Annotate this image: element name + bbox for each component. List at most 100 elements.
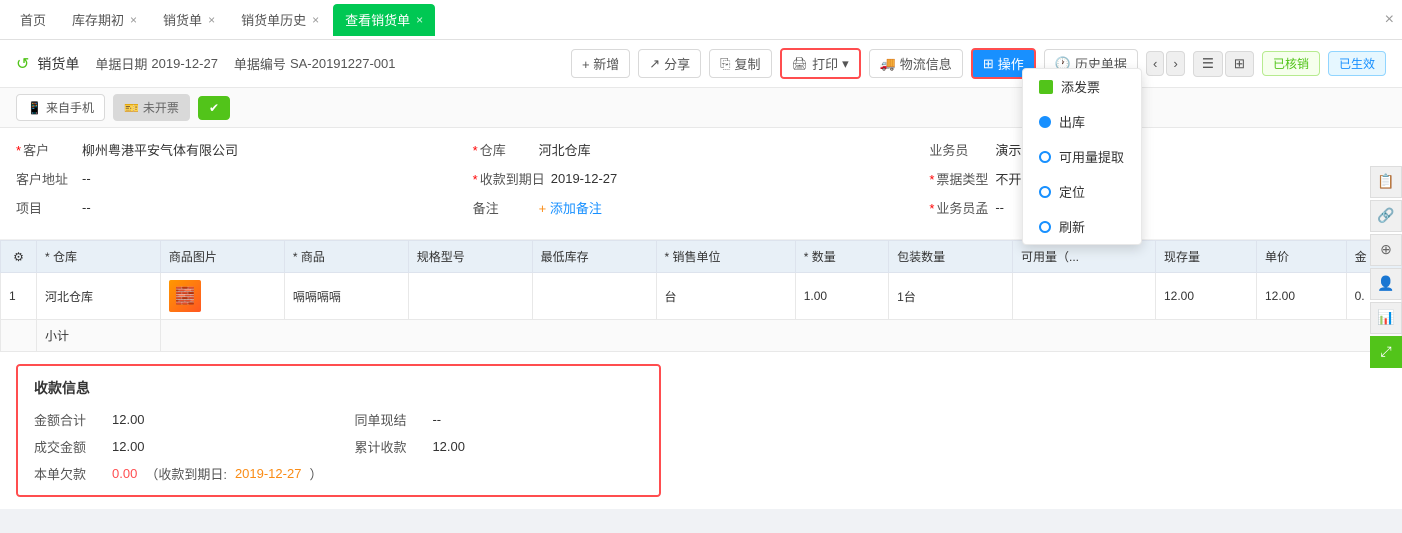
locate-label: 定位 <box>1059 182 1085 201</box>
side-btn-4[interactable]: 👤 <box>1370 268 1402 300</box>
customer-field: 客户 柳州粤港平安气体有限公司 <box>16 140 473 159</box>
menu-item-locate[interactable]: 定位 <box>1023 174 1141 209</box>
toolbar-row: 📱 来自手机 🎫 未开票 ✔ <box>0 88 1402 128</box>
logistics-button[interactable]: 🚚 物流信息 <box>869 49 963 78</box>
warehouse-value: 河北仓库 <box>539 140 591 159</box>
salesperson-label: 业务员 <box>929 140 989 159</box>
payment-grid: 金额合计 12.00 同单现结 -- 成交金额 12.00 累计收款 12.00… <box>34 410 643 483</box>
tab-view-sales[interactable]: 查看销货单 × <box>333 4 435 36</box>
row-num: 1 <box>1 273 37 320</box>
side-btn-5[interactable]: 📊 <box>1370 302 1402 334</box>
ticket-type-field: 票据类型 不开票 <box>929 169 1386 188</box>
customer-value: 柳州粤港平安气体有限公司 <box>82 140 238 159</box>
new-button[interactable]: + 新增 <box>571 49 630 78</box>
add-invoice-icon <box>1039 80 1053 94</box>
side-btn-1[interactable]: 📋 <box>1370 166 1402 198</box>
payment-info-box: 收款信息 金额合计 12.00 同单现结 -- 成交金额 12.00 累计收款 … <box>16 364 661 497</box>
total-value: 12.00 <box>112 412 145 427</box>
remark-label: 备注 <box>473 198 533 217</box>
overdue-value: 0.00 <box>112 466 137 481</box>
overdue-date: 2019-12-27 <box>235 466 302 481</box>
tab-bar-close-button[interactable]: × <box>1385 11 1394 29</box>
available-icon <box>1039 151 1051 163</box>
doc-number-value: SA-20191227-001 <box>290 56 396 71</box>
from-phone-button[interactable]: 📱 来自手机 <box>16 94 105 121</box>
form-row-3: 项目 -- 备注 + 添加备注 业务员孟 -- <box>16 198 1386 217</box>
tab-sales-close-icon[interactable]: × <box>208 13 215 27</box>
payment-info-title: 收款信息 <box>34 378 643 398</box>
menu-item-available[interactable]: 可用量提取 <box>1023 139 1141 174</box>
salesperson-field: 业务员 演示账号 <box>929 140 1386 159</box>
salesperson2-label: 业务员孟 <box>929 198 989 217</box>
warehouse-label: 仓库 <box>473 140 533 159</box>
share-button[interactable]: ↗ 分享 <box>638 49 701 78</box>
tab-sales-order-label: 销货单 <box>163 10 202 29</box>
form-row-2: 客户地址 -- 收款到期日 2019-12-27 票据类型 不开票 <box>16 169 1386 188</box>
menu-item-outbound[interactable]: 出库 <box>1023 104 1141 139</box>
bottom-section: 收款信息 金额合计 12.00 同单现结 -- 成交金额 12.00 累计收款 … <box>0 352 1402 509</box>
menu-item-refresh[interactable]: 刷新 <box>1023 209 1141 244</box>
row-product: 嗝嗝嗝嗝 <box>284 273 408 320</box>
copy-button[interactable]: ⎘ 复制 <box>709 49 771 78</box>
tab-history-close-icon[interactable]: × <box>312 13 319 27</box>
tab-sales-order[interactable]: 销货单 × <box>151 4 227 36</box>
form-area: 客户 柳州粤港平安气体有限公司 仓库 河北仓库 业务员 演示账号 客户地址 --… <box>0 128 1402 240</box>
project-value: -- <box>82 200 91 215</box>
col-warehouse: * 仓库 <box>37 241 161 273</box>
payment-item-total: 金额合计 12.00 <box>34 410 322 429</box>
deal-value: 12.00 <box>112 439 145 454</box>
col-available: 可用量（... <box>1013 241 1156 273</box>
ticket-icon: 🎫 <box>124 101 139 115</box>
row-sales-unit: 台 <box>656 273 795 320</box>
payment-date-value: 2019-12-27 <box>551 171 618 186</box>
row-quantity: 1.00 <box>795 273 888 320</box>
cash-value: -- <box>432 412 441 427</box>
salesperson2-field: 业务员孟 -- <box>929 198 1386 217</box>
add-remark-button[interactable]: + 添加备注 <box>539 198 602 217</box>
phone-icon: 📱 <box>27 101 42 115</box>
tab-bar: 首页 库存期初 × 销货单 × 销货单历史 × 查看销货单 × × <box>0 0 1402 40</box>
address-field: 客户地址 -- <box>16 169 473 188</box>
overdue-close: ） <box>309 464 322 483</box>
row-stock: 12.00 <box>1155 273 1256 320</box>
tab-sales-history[interactable]: 销货单历史 × <box>229 4 331 36</box>
menu-item-add-invoice[interactable]: 添发票 <box>1023 69 1141 104</box>
side-btn-2[interactable]: 🔗 <box>1370 200 1402 232</box>
table-row: 1 河北仓库 🧱 嗝嗝嗝嗝 台 1.00 1台 12.00 12.00 0. <box>1 273 1402 320</box>
project-label: 项目 <box>16 198 76 217</box>
list-view-button[interactable]: ☰ <box>1193 51 1223 77</box>
tab-inventory-init[interactable]: 库存期初 × <box>60 4 149 36</box>
subtotal-label-text: 小计 <box>37 320 161 352</box>
cash-label: 同单现结 <box>354 410 424 429</box>
prev-button[interactable]: ‹ <box>1146 51 1164 76</box>
salesperson2-value: -- <box>995 200 1004 215</box>
tab-inventory-close-icon[interactable]: × <box>130 13 137 27</box>
logistics-icon: 🚚 <box>880 56 896 72</box>
check-icon: ✔ <box>209 101 219 115</box>
row-available <box>1013 273 1156 320</box>
doc-actions: + 新增 ↗ 分享 ⎘ 复制 🖨 打印 ▾ 🚚 物流信息 ⊞ 操作 <box>571 48 1386 79</box>
overdue-label: 本单欠款 <box>34 464 104 483</box>
side-btn-expand[interactable]: ⤢ <box>1370 336 1402 368</box>
print-icon: 🖨 <box>792 56 809 72</box>
not-open-button[interactable]: 🎫 未开票 <box>113 94 190 121</box>
col-product: * 商品 <box>284 241 408 273</box>
print-button[interactable]: 🖨 打印 ▾ <box>780 48 861 79</box>
tab-view-sales-label: 查看销货单 <box>345 10 410 29</box>
cancelled-badge: 已核销 <box>1262 51 1320 76</box>
confirm-button[interactable]: ✔ <box>198 96 230 120</box>
next-button[interactable]: › <box>1166 51 1184 76</box>
row-pack-qty: 1台 <box>889 273 1013 320</box>
side-btn-3[interactable]: ⊕ <box>1370 234 1402 266</box>
share-icon: ↗ <box>649 56 660 72</box>
outbound-icon <box>1039 116 1051 128</box>
tab-view-sales-close-icon[interactable]: × <box>416 13 423 27</box>
doc-date-label: 单据日期 2019-12-27 <box>95 54 218 73</box>
tab-home-label: 首页 <box>20 10 46 29</box>
table-header-row: ⚙ * 仓库 商品图片 * 商品 规格型号 最低库存 * 销售单位 * 数量 包… <box>1 241 1402 273</box>
grid-view-button[interactable]: ⊞ <box>1225 51 1254 77</box>
row-product-img: 🧱 <box>160 273 284 320</box>
doc-number-label: 单据编号 SA-20191227-001 <box>234 54 396 73</box>
tab-home[interactable]: 首页 <box>8 4 58 36</box>
col-pack-qty: 包装数量 <box>889 241 1013 273</box>
